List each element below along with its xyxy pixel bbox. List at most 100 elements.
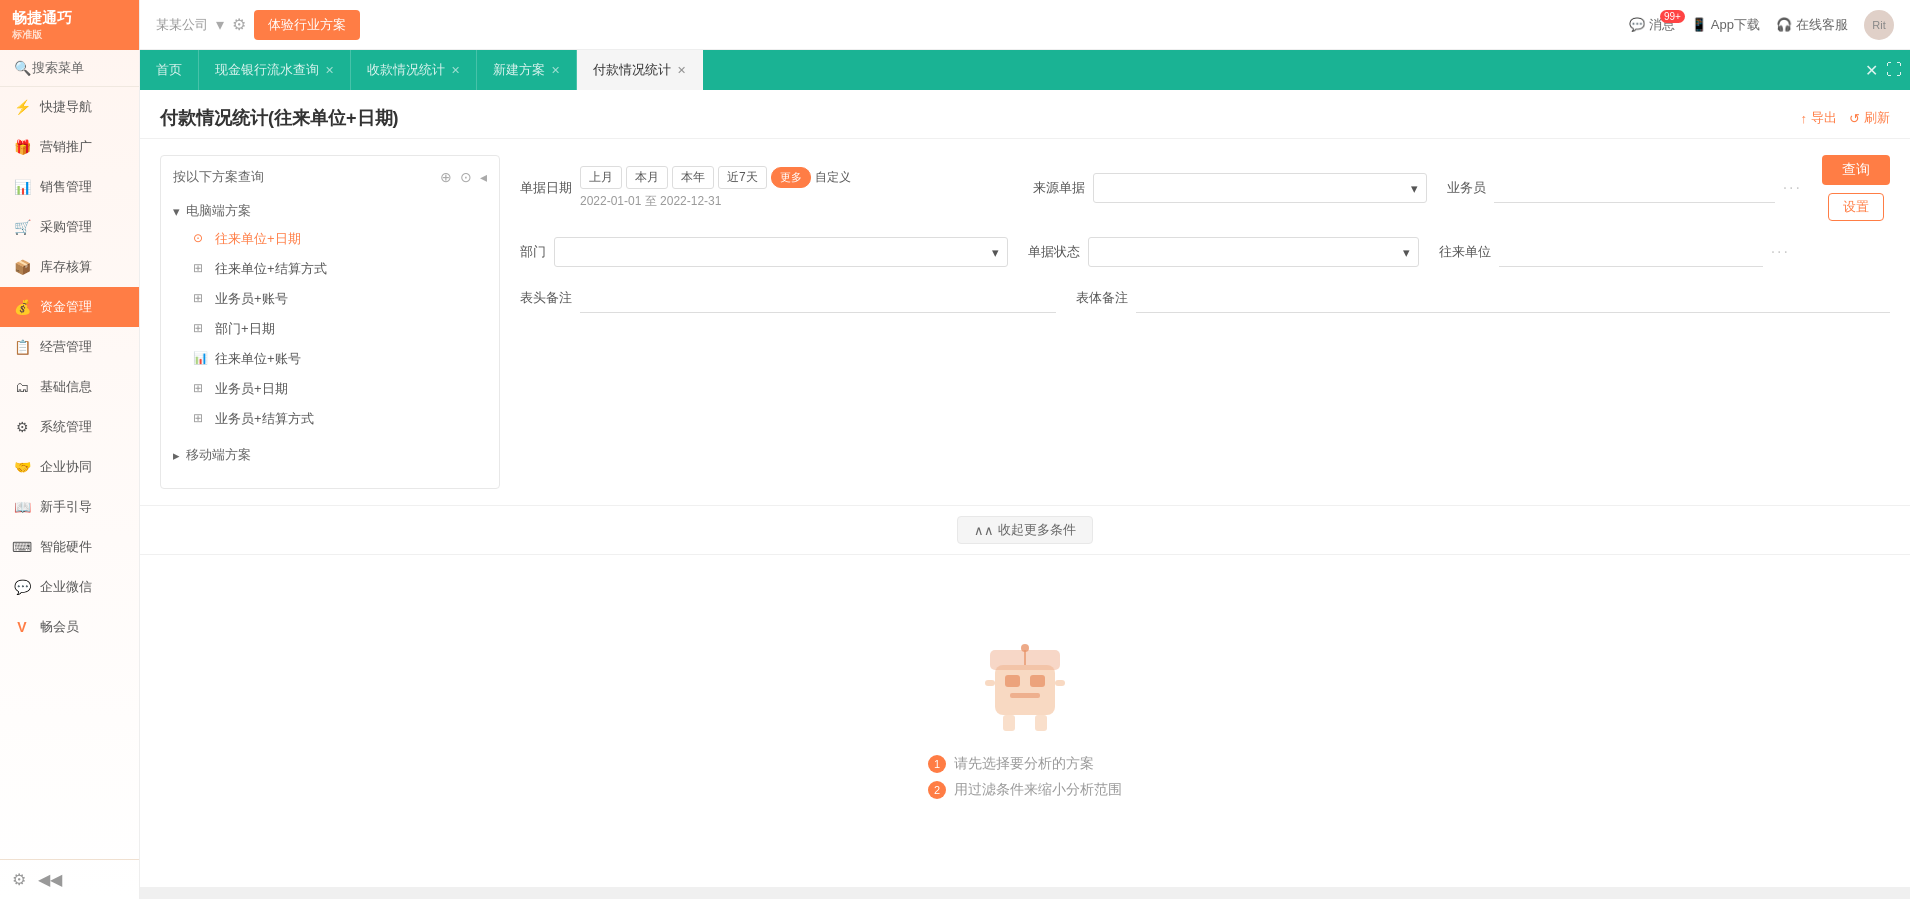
member-icon: V [12, 617, 32, 637]
set-btn[interactable]: 设置 [1828, 193, 1884, 221]
expand-icon[interactable]: ⛶ [1886, 61, 1902, 79]
tab-new-scheme[interactable]: 新建方案 ✕ [477, 50, 577, 90]
pc-scheme-header[interactable]: ▾ 电脑端方案 [173, 198, 487, 224]
sidebar-item-search[interactable]: 🔍 搜索菜单 [0, 50, 139, 87]
sidebar-item-basic[interactable]: 🗂 基础信息 [0, 367, 139, 407]
related-unit-more-btn[interactable]: ··· [1771, 243, 1790, 261]
sidebar-inventory-label: 库存核算 [40, 258, 92, 276]
sidebar: 畅捷通巧 标准版 🔍 搜索菜单 ⚡ 快捷导航 🎁 营销推广 📊 销售管理 🛒 采… [0, 0, 140, 899]
tabbar-right: ✕ ⛶ [1857, 50, 1910, 90]
topbar-settings-icon[interactable]: ⚙ [232, 15, 246, 34]
purchase-icon: 🛒 [12, 217, 32, 237]
table-header-note-input[interactable] [580, 283, 1056, 313]
tab-new-scheme-label: 新建方案 [493, 61, 545, 79]
empty-tip-1: 1 请先选择要分析的方案 [928, 755, 1122, 773]
this-year-btn[interactable]: 本年 [672, 166, 714, 189]
user-area[interactable]: Rit [1864, 10, 1894, 40]
scheme-unit-account[interactable]: 📊 往来单位+账号 [173, 344, 487, 374]
scheme-settings-btn[interactable]: ⊙ [460, 169, 472, 185]
last-7days-btn[interactable]: 近7天 [718, 166, 767, 189]
tab-receipt-close[interactable]: ✕ [451, 64, 460, 77]
message-btn[interactable]: 💬 消息 99+ [1629, 16, 1675, 34]
query-btn[interactable]: 查询 [1822, 155, 1890, 185]
export-btn[interactable]: ↑ 导出 [1801, 109, 1838, 127]
sidebar-sales-label: 销售管理 [40, 178, 92, 196]
svg-rect-3 [1010, 693, 1040, 698]
online-service-icon: 🎧 [1776, 17, 1792, 32]
scheme-staff-date[interactable]: ⊞ 业务员+日期 [173, 374, 487, 404]
tab-home[interactable]: 首页 [140, 50, 199, 90]
refresh-icon: ↺ [1849, 111, 1860, 126]
sidebar-item-marketing[interactable]: 🎁 营销推广 [0, 127, 139, 167]
scheme-unit-settle[interactable]: ⊞ 往来单位+结算方式 [173, 254, 487, 284]
online-service-btn[interactable]: 🎧 在线客服 [1776, 16, 1848, 34]
staff-more-btn[interactable]: ··· [1783, 179, 1802, 197]
dept-chevron: ▾ [992, 245, 999, 260]
scheme-staff-account[interactable]: ⊞ 业务员+账号 [173, 284, 487, 314]
sidebar-item-inventory[interactable]: 📦 库存核算 [0, 247, 139, 287]
sidebar-item-wechat[interactable]: 💬 企业微信 [0, 567, 139, 607]
close-all-tabs-icon[interactable]: ✕ [1865, 61, 1878, 80]
scheme-staff-settle[interactable]: ⊞ 业务员+结算方式 [173, 404, 487, 434]
scheme-dept-date[interactable]: ⊞ 部门+日期 [173, 314, 487, 344]
staff-select[interactable] [1494, 173, 1775, 203]
tab-payment[interactable]: 付款情况统计 ✕ [577, 50, 703, 90]
doc-status-label: 单据状态 [1028, 243, 1080, 261]
sidebar-finance-label: 资金管理 [40, 298, 92, 316]
system-icon: ⚙ [12, 417, 32, 437]
quicknav-icon: ⚡ [12, 97, 32, 117]
filter-row-3: 表头备注 表体备注 [520, 283, 1890, 313]
sidebar-item-guide[interactable]: 📖 新手引导 [0, 487, 139, 527]
table-body-note-input[interactable] [1136, 283, 1890, 313]
custom-date-label[interactable]: 自定义 [815, 169, 851, 186]
sidebar-item-finance[interactable]: 💰 资金管理 [0, 287, 139, 327]
sidebar-item-member[interactable]: V 畅会员 [0, 607, 139, 647]
this-month-btn[interactable]: 本月 [626, 166, 668, 189]
date-range-display: 2022-01-01 至 2022-12-31 [580, 193, 851, 210]
last-month-btn[interactable]: 上月 [580, 166, 622, 189]
sidebar-item-hardware[interactable]: ⌨ 智能硬件 [0, 527, 139, 567]
dept-label: 部门 [520, 243, 546, 261]
settings-bottom-icon[interactable]: ⚙ [12, 870, 26, 889]
scheme-staff-account-label: 业务员+账号 [215, 290, 288, 308]
collapse-sidebar-icon[interactable]: ◀◀ [38, 870, 62, 889]
date-picker-area: 上月 本月 本年 近7天 更多 自定义 2022-01-01 至 2022-12… [580, 166, 851, 210]
tab-bank[interactable]: 现金银行流水查询 ✕ [199, 50, 351, 90]
sidebar-item-quicknav[interactable]: ⚡ 快捷导航 [0, 87, 139, 127]
trial-btn[interactable]: 体验行业方案 [254, 10, 360, 40]
dept-field: 部门 ▾ [520, 237, 1008, 267]
mobile-scheme-header[interactable]: ▸ 移动端方案 [173, 442, 487, 468]
doc-status-select[interactable]: ▾ [1088, 237, 1418, 267]
source-doc-select[interactable]: ▾ [1093, 173, 1427, 203]
sidebar-item-sales[interactable]: 📊 销售管理 [0, 167, 139, 207]
sidebar-item-enterprise[interactable]: 🤝 企业协同 [0, 447, 139, 487]
tab-new-scheme-close[interactable]: ✕ [551, 64, 560, 77]
dept-select[interactable]: ▾ [554, 237, 1008, 267]
scheme-unit-date[interactable]: ⊙ 往来单位+日期 [173, 224, 487, 254]
refresh-btn[interactable]: ↺ 刷新 [1849, 109, 1890, 127]
sidebar-operation-label: 经营管理 [40, 338, 92, 356]
app-download-btn[interactable]: 📱 App下载 [1691, 16, 1760, 34]
more-date-btn[interactable]: 更多 [771, 167, 811, 188]
table-header-note-label: 表头备注 [520, 289, 572, 307]
svg-rect-1 [1005, 675, 1020, 687]
tab-bank-close[interactable]: ✕ [325, 64, 334, 77]
page-actions: ↑ 导出 ↺ 刷新 [1801, 109, 1891, 127]
tab-receipt[interactable]: 收款情况统计 ✕ [351, 50, 477, 90]
doc-status-field: 单据状态 ▾ [1028, 237, 1418, 267]
table-body-note-label: 表体备注 [1076, 289, 1128, 307]
sidebar-item-purchase[interactable]: 🛒 采购管理 [0, 207, 139, 247]
topbar-dropdown-icon[interactable]: ▾ [216, 15, 224, 34]
staff-field: 业务员 ··· [1447, 173, 1802, 203]
collapse-conditions-btn[interactable]: ∧∧ 收起更多条件 [957, 516, 1093, 544]
tab-payment-close[interactable]: ✕ [677, 64, 686, 77]
source-doc-label: 来源单据 [1033, 179, 1085, 197]
related-unit-select[interactable] [1499, 237, 1763, 267]
empty-illustration [965, 635, 1085, 735]
add-scheme-btn[interactable]: ⊕ [440, 169, 452, 185]
collapse-scheme-btn[interactable]: ◂ [480, 169, 487, 185]
sidebar-item-operation[interactable]: 📋 经营管理 [0, 327, 139, 367]
online-service-label: 在线客服 [1796, 16, 1848, 34]
sidebar-item-system[interactable]: ⚙ 系统管理 [0, 407, 139, 447]
basic-icon: 🗂 [12, 377, 32, 397]
